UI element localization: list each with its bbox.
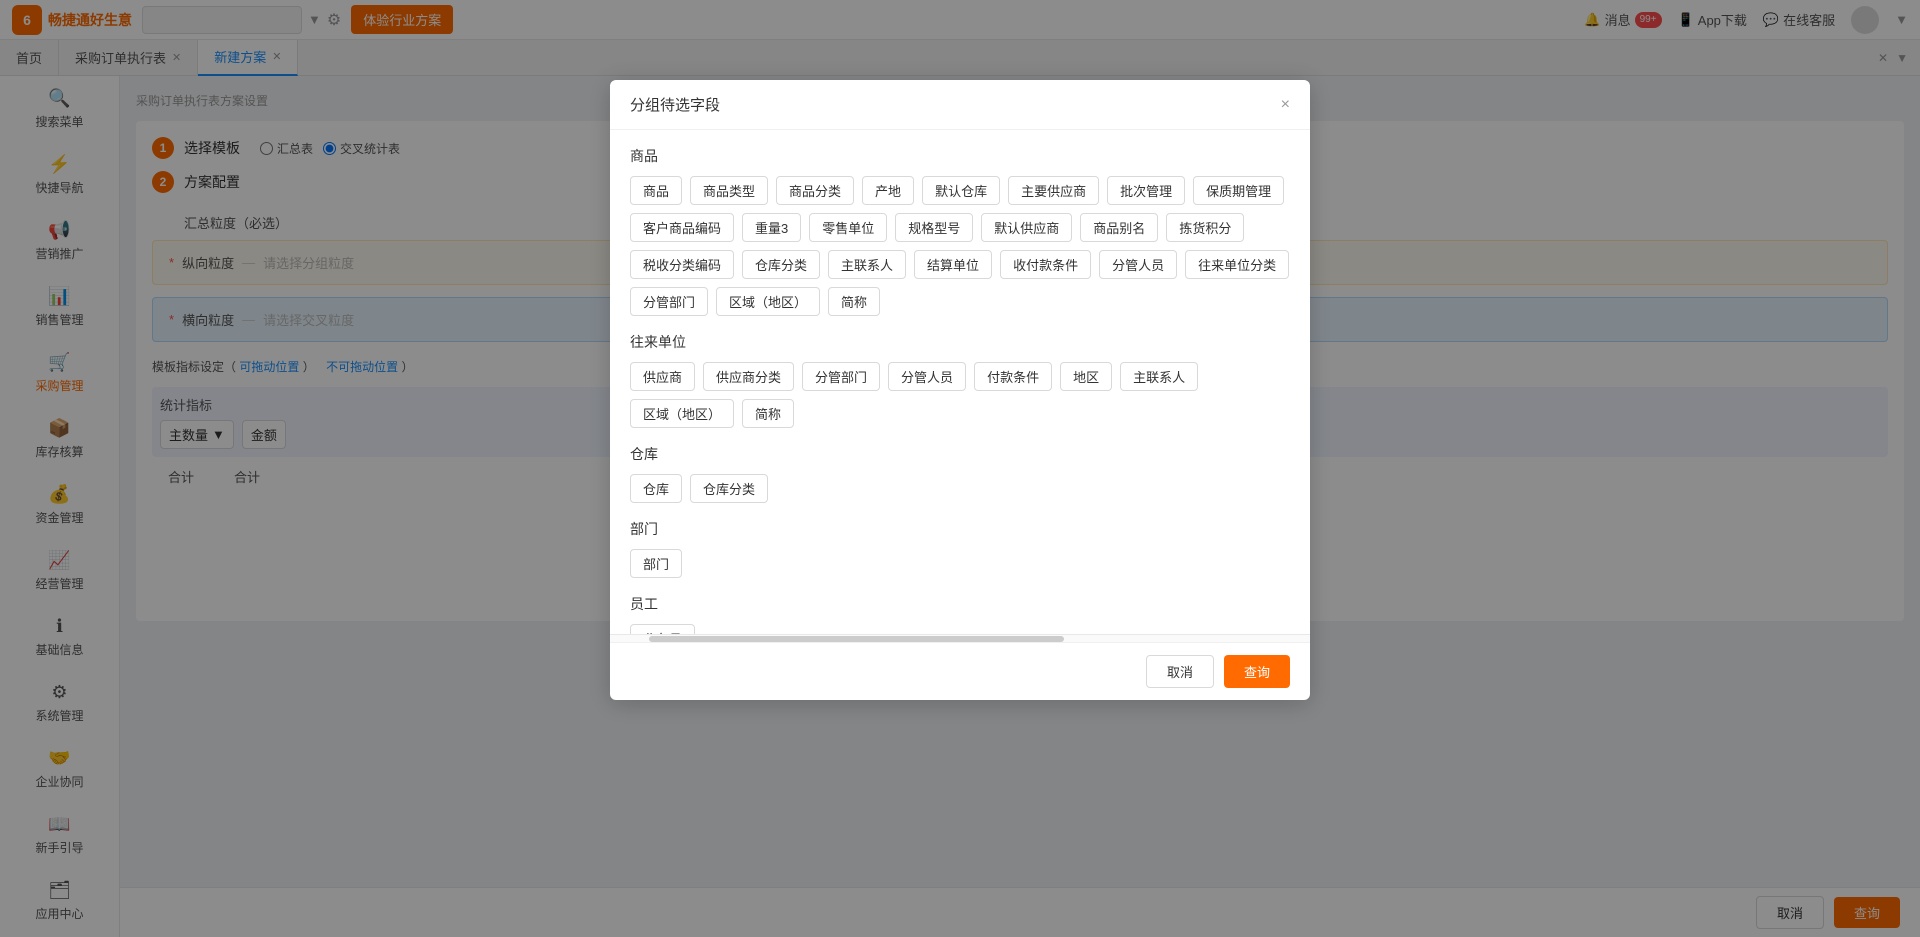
section-title-partner: 往来单位 (630, 332, 1290, 352)
field-tag-product-17[interactable]: 主联系人 (828, 250, 906, 279)
modal-overlay: 分组待选字段 × 商品商品商品类型商品分类产地默认仓库主要供应商批次管理保质期管… (0, 0, 1920, 937)
field-tag-product-4[interactable]: 默认仓库 (922, 176, 1000, 205)
modal-footer: 取消 查询 (610, 642, 1310, 700)
section-employee: 员工业务员 (630, 594, 1290, 634)
modal-close-button[interactable]: × (1281, 96, 1290, 114)
section-product: 商品商品商品类型商品分类产地默认仓库主要供应商批次管理保质期管理客户商品编码重量… (630, 146, 1290, 316)
field-tag-product-0[interactable]: 商品 (630, 176, 682, 205)
field-tag-product-15[interactable]: 税收分类编码 (630, 250, 734, 279)
field-tag-product-12[interactable]: 默认供应商 (981, 213, 1072, 242)
field-tag-warehouse-1[interactable]: 仓库分类 (690, 474, 768, 503)
field-tags-product: 商品商品类型商品分类产地默认仓库主要供应商批次管理保质期管理客户商品编码重量3 零… (630, 176, 1290, 316)
field-tag-product-13[interactable]: 商品别名 (1080, 213, 1158, 242)
field-tag-product-8[interactable]: 客户商品编码 (630, 213, 734, 242)
field-tag-partner-4[interactable]: 付款条件 (974, 362, 1052, 391)
field-tag-employee-0[interactable]: 业务员 (630, 624, 695, 634)
field-tag-product-1[interactable]: 商品类型 (690, 176, 768, 205)
field-tag-partner-5[interactable]: 地区 (1060, 362, 1112, 391)
modal-horizontal-scrollbar (610, 634, 1310, 642)
section-title-employee: 员工 (630, 594, 1290, 614)
section-title-department: 部门 (630, 519, 1290, 539)
field-tag-product-19[interactable]: 收付款条件 (1000, 250, 1091, 279)
field-tag-product-20[interactable]: 分管人员 (1099, 250, 1177, 279)
field-tag-warehouse-0[interactable]: 仓库 (630, 474, 682, 503)
field-tag-product-3[interactable]: 产地 (862, 176, 914, 205)
field-tag-product-6[interactable]: 批次管理 (1107, 176, 1185, 205)
field-tag-partner-2[interactable]: 分管部门 (802, 362, 880, 391)
field-tag-product-24[interactable]: 简称 (828, 287, 880, 316)
field-tag-product-2[interactable]: 商品分类 (776, 176, 854, 205)
field-tag-product-5[interactable]: 主要供应商 (1008, 176, 1099, 205)
field-tag-partner-1[interactable]: 供应商分类 (703, 362, 794, 391)
field-tag-product-9[interactable]: 重量3 (742, 213, 801, 242)
modal-title: 分组待选字段 (630, 94, 720, 115)
section-partner: 往来单位供应商供应商分类分管部门分管人员付款条件地区主联系人区域（地区） 简称 (630, 332, 1290, 428)
field-tags-department: 部门 (630, 549, 1290, 578)
field-tag-product-14[interactable]: 拣货积分 (1166, 213, 1244, 242)
section-title-product: 商品 (630, 146, 1290, 166)
field-tag-partner-7[interactable]: 区域（地区） (630, 399, 734, 428)
section-warehouse: 仓库仓库仓库分类 (630, 444, 1290, 503)
field-tag-product-16[interactable]: 仓库分类 (742, 250, 820, 279)
field-tag-product-10[interactable]: 零售单位 (809, 213, 887, 242)
section-department: 部门部门 (630, 519, 1290, 578)
field-tag-product-21[interactable]: 往来单位分类 (1185, 250, 1289, 279)
field-select-modal: 分组待选字段 × 商品商品商品类型商品分类产地默认仓库主要供应商批次管理保质期管… (610, 80, 1310, 700)
field-tag-product-22[interactable]: 分管部门 (630, 287, 708, 316)
confirm-button[interactable]: 查询 (1224, 655, 1290, 688)
field-tag-partner-8[interactable]: 简称 (742, 399, 794, 428)
field-tags-partner: 供应商供应商分类分管部门分管人员付款条件地区主联系人区域（地区） 简称 (630, 362, 1290, 428)
field-tags-employee: 业务员 (630, 624, 1290, 634)
modal-body: 商品商品商品类型商品分类产地默认仓库主要供应商批次管理保质期管理客户商品编码重量… (610, 130, 1310, 634)
field-tag-product-7[interactable]: 保质期管理 (1193, 176, 1284, 205)
field-tag-partner-3[interactable]: 分管人员 (888, 362, 966, 391)
section-title-warehouse: 仓库 (630, 444, 1290, 464)
field-tag-product-18[interactable]: 结算单位 (914, 250, 992, 279)
modal-hscroll-thumb (649, 636, 1064, 642)
field-tag-partner-6[interactable]: 主联系人 (1120, 362, 1198, 391)
field-tag-product-11[interactable]: 规格型号 (895, 213, 973, 242)
field-tag-partner-0[interactable]: 供应商 (630, 362, 695, 391)
modal-header: 分组待选字段 × (610, 80, 1310, 130)
field-tag-department-0[interactable]: 部门 (630, 549, 682, 578)
field-tag-product-23[interactable]: 区域（地区） (716, 287, 820, 316)
field-tags-warehouse: 仓库仓库分类 (630, 474, 1290, 503)
cancel-button[interactable]: 取消 (1146, 655, 1214, 688)
